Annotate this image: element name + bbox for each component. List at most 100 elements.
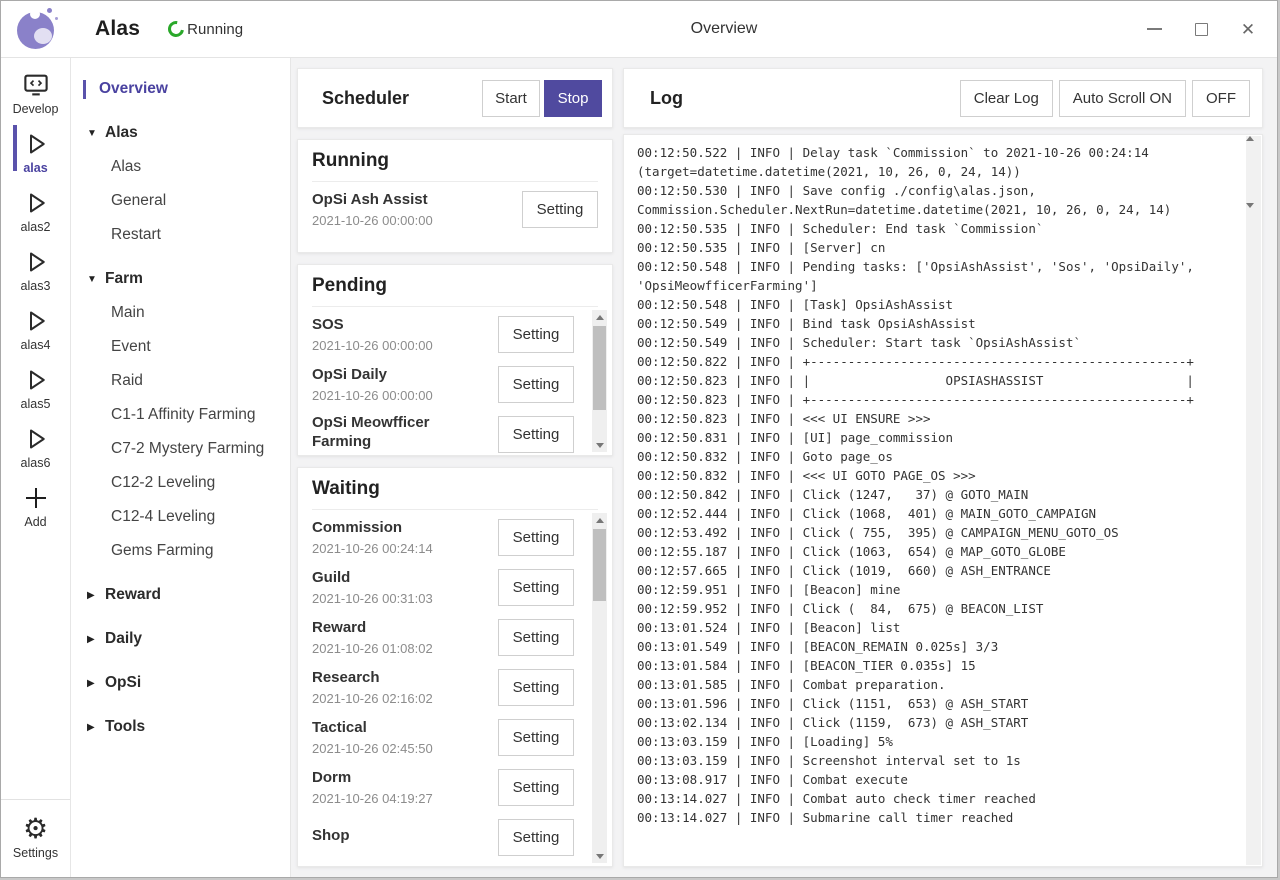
task-next-run-time: 2021-10-26 00:31:03: [312, 591, 490, 606]
play-icon: [21, 305, 51, 337]
play-icon: [21, 187, 51, 219]
pending-section: Pending SOS2021-10-26 00:00:00SettingOpS…: [297, 264, 613, 456]
nav-group-alas[interactable]: ▼Alas: [71, 116, 290, 150]
nav-item-restart[interactable]: Restart: [71, 218, 290, 252]
main-content: Scheduler Start Stop Running OpSi Ash As…: [291, 58, 1277, 877]
nav-item-general[interactable]: General: [71, 184, 290, 218]
nav-item-c12-4-leveling[interactable]: C12-4 Leveling: [71, 500, 290, 534]
task-name: Tactical: [312, 718, 490, 737]
sidebar-item-alas[interactable]: alas: [13, 123, 59, 182]
nav-item-main[interactable]: Main: [71, 296, 290, 330]
chevron-right-icon: ▶: [87, 722, 101, 733]
task-next-run-time: 2021-10-26 04:19:27: [312, 791, 490, 806]
task-next-run-time: 2021-10-26 02:16:02: [312, 691, 490, 706]
play-icon: [21, 423, 51, 455]
chevron-right-icon: ▶: [87, 634, 101, 645]
sidebar-item-add[interactable]: Add: [13, 477, 59, 536]
nav-item-c12-2-leveling[interactable]: C12-2 Leveling: [71, 466, 290, 500]
nav-group-tools[interactable]: ▶Tools: [71, 710, 290, 744]
task-nav-menu: Overview▼AlasAlasGeneralRestart▼FarmMain…: [71, 58, 291, 877]
scrollbar-thumb[interactable]: [593, 326, 606, 410]
task-next-run-time: 2021-10-26 00:00:00: [312, 338, 490, 353]
setting-button[interactable]: Setting: [498, 669, 574, 706]
setting-button[interactable]: Setting: [498, 769, 574, 806]
setting-button[interactable]: Setting: [498, 819, 574, 856]
task-row: ShopSetting: [312, 812, 598, 862]
maximize-button[interactable]: [1186, 14, 1216, 44]
scroll-up-icon[interactable]: [592, 310, 607, 324]
task-row: OpSi Meowfficer FarmingSetting: [312, 409, 598, 455]
plus-icon: [21, 482, 51, 514]
stop-button[interactable]: Stop: [544, 80, 602, 117]
pending-title: Pending: [312, 275, 598, 307]
nav-group-label: Alas: [105, 124, 138, 142]
nav-group-reward[interactable]: ▶Reward: [71, 578, 290, 612]
waiting-title: Waiting: [312, 478, 598, 510]
scroll-down-icon[interactable]: [592, 438, 607, 452]
sidebar-item-settings[interactable]: ⚙ Settings: [1, 808, 70, 867]
log-scrollbar[interactable]: [1246, 136, 1261, 865]
close-button[interactable]: ✕: [1233, 14, 1263, 44]
clear-log-button[interactable]: Clear Log: [960, 80, 1053, 117]
nav-group-farm[interactable]: ▼Farm: [71, 262, 290, 296]
setting-button[interactable]: Setting: [498, 519, 574, 556]
setting-button[interactable]: Setting: [498, 416, 574, 453]
nav-item-c7-2-mystery-farming[interactable]: C7-2 Mystery Farming: [71, 432, 290, 466]
pending-scrollbar[interactable]: [592, 310, 607, 452]
sidebar-item-alas6[interactable]: alas6: [13, 418, 59, 477]
autoscroll-on-button[interactable]: Auto Scroll ON: [1059, 80, 1186, 117]
running-spinner-icon: [165, 18, 187, 40]
task-info: SOS2021-10-26 00:00:00: [312, 315, 498, 353]
task-info: OpSi Ash Assist2021-10-26 00:00:00: [312, 190, 522, 228]
setting-button[interactable]: Setting: [522, 191, 598, 228]
setting-button[interactable]: Setting: [498, 619, 574, 656]
sidebar-item-label: alas6: [21, 456, 51, 470]
waiting-scrollbar[interactable]: [592, 513, 607, 863]
autoscroll-off-button[interactable]: OFF: [1192, 80, 1250, 117]
setting-button[interactable]: Setting: [498, 366, 574, 403]
titlebar: Alas Running Overview ✕: [1, 1, 1277, 58]
nav-item-raid[interactable]: Raid: [71, 364, 290, 398]
instance-sidebar: Developalasalas2alas3alas4alas5alas6Add …: [1, 58, 71, 877]
page-title: Overview: [291, 20, 1157, 38]
nav-group-opsi[interactable]: ▶OpSi: [71, 666, 290, 700]
nav-item-gems-farming[interactable]: Gems Farming: [71, 534, 290, 568]
app-logo-icon: [17, 8, 57, 50]
sidebar-item-alas3[interactable]: alas3: [13, 241, 59, 300]
nav-group-daily[interactable]: ▶Daily: [71, 622, 290, 656]
nav-item-c1-1-affinity-farming[interactable]: C1-1 Affinity Farming: [71, 398, 290, 432]
play-icon: [21, 128, 51, 160]
sidebar-item-develop[interactable]: Develop: [13, 64, 59, 123]
scrollbar-thumb[interactable]: [1246, 141, 1261, 203]
task-row: Guild2021-10-26 00:31:03Setting: [312, 562, 598, 612]
nav-item-alas[interactable]: Alas: [71, 150, 290, 184]
sidebar-item-alas2[interactable]: alas2: [13, 182, 59, 241]
sidebar-item-label: Settings: [13, 846, 58, 860]
log-panel-header: Log Clear Log Auto Scroll ON OFF: [623, 68, 1263, 128]
app-window: Alas Running Overview ✕ Develop alasalas2…: [0, 0, 1278, 878]
play-icon: [21, 364, 51, 396]
log-text: 00:12:50.522 | INFO | Delay task `Commis…: [637, 143, 1232, 827]
scroll-up-icon[interactable]: [592, 513, 607, 527]
sidebar-item-alas5[interactable]: alas5: [13, 359, 59, 418]
chevron-right-icon: ▶: [87, 678, 101, 689]
task-info: Commission2021-10-26 00:24:14: [312, 518, 498, 556]
nav-group-label: Reward: [105, 586, 161, 604]
task-next-run-time: 2021-10-26 00:24:14: [312, 541, 490, 556]
start-button[interactable]: Start: [482, 80, 540, 117]
scroll-down-icon[interactable]: [592, 849, 607, 863]
scrollbar-thumb[interactable]: [593, 529, 606, 601]
setting-button[interactable]: Setting: [498, 719, 574, 756]
scroll-down-icon[interactable]: [1246, 203, 1261, 208]
nav-item-overview[interactable]: Overview: [71, 72, 290, 106]
setting-button[interactable]: Setting: [498, 569, 574, 606]
gear-icon: ⚙: [23, 814, 48, 844]
nav-item-event[interactable]: Event: [71, 330, 290, 364]
sidebar-item-alas4[interactable]: alas4: [13, 300, 59, 359]
minimize-button[interactable]: [1139, 14, 1169, 44]
setting-button[interactable]: Setting: [498, 316, 574, 353]
task-next-run-time: 2021-10-26 00:00:00: [312, 213, 514, 228]
sidebar-item-label: Develop: [13, 102, 59, 116]
chevron-down-icon: ▼: [87, 274, 101, 285]
waiting-section: Waiting Commission2021-10-26 00:24:14Set…: [297, 467, 613, 867]
